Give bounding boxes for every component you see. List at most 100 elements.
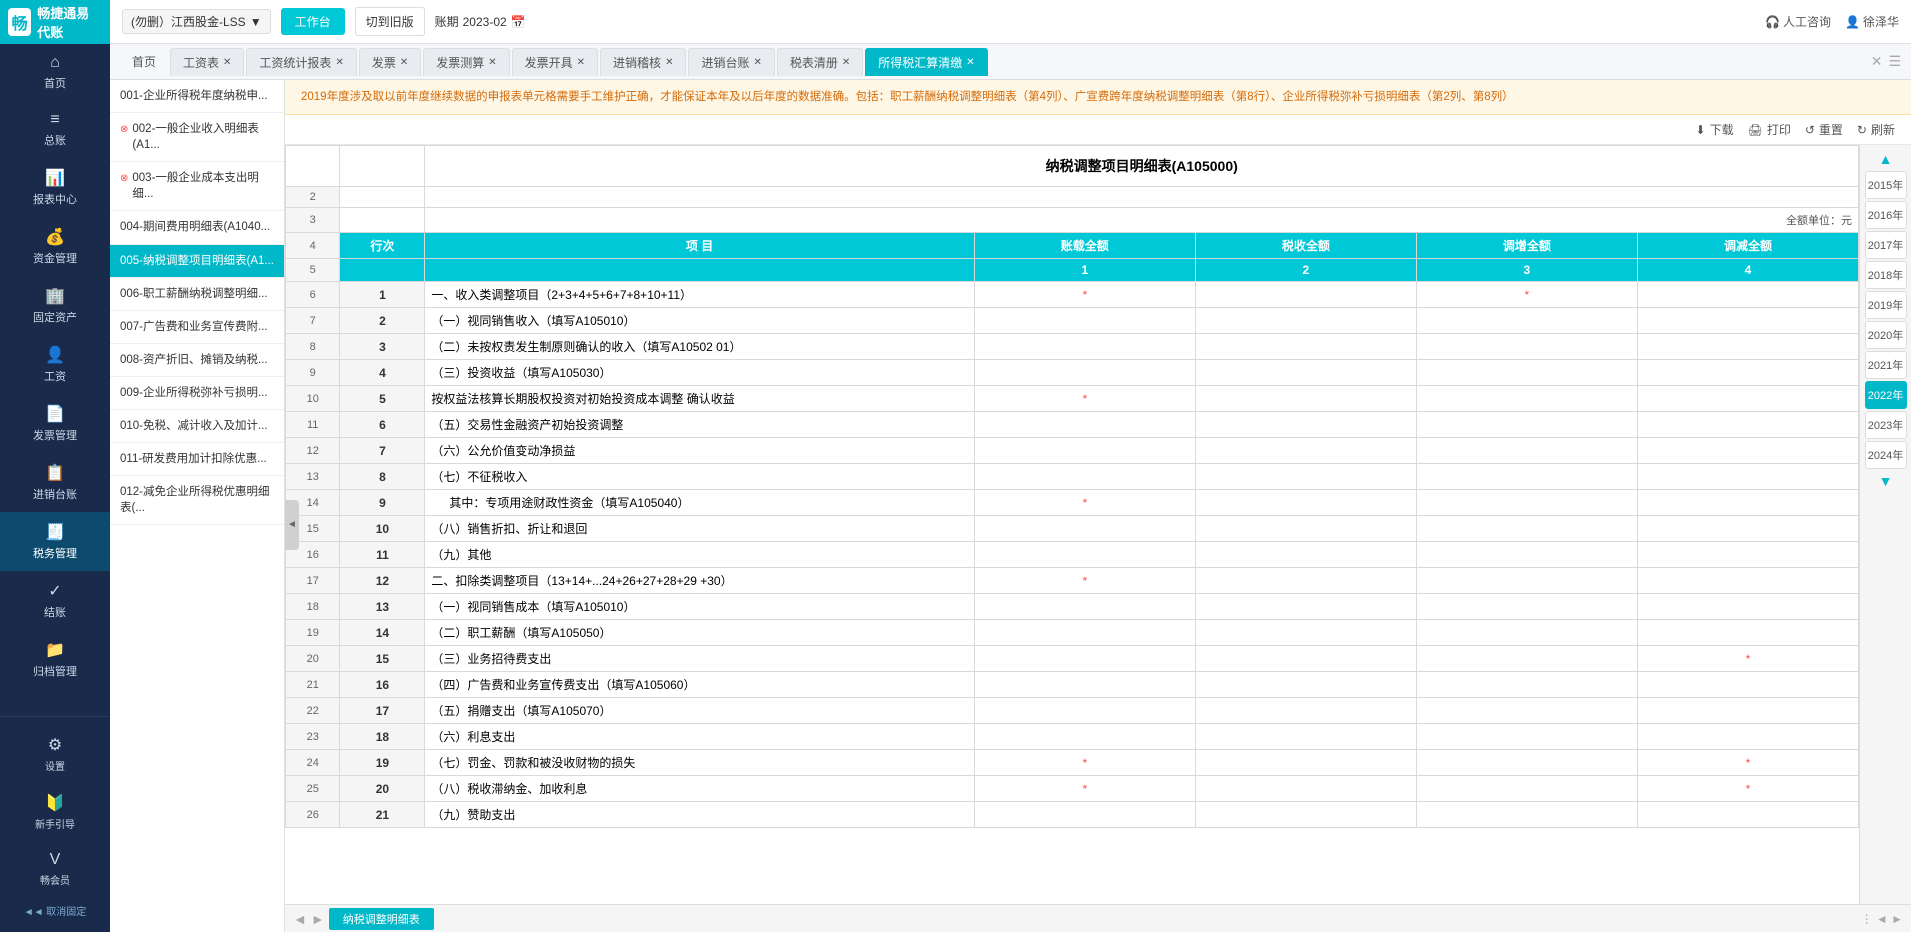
doc-item-011[interactable]: 011-研发费用加计扣除优惠...	[110, 443, 284, 476]
tab-menu-icon[interactable]: ☰	[1888, 53, 1901, 70]
sidebar-item-archive[interactable]: 📁 归档管理	[0, 630, 110, 689]
doc-item-003[interactable]: ⊗ 003-一般企业成本支出明细...	[110, 162, 284, 211]
table-row: 22 17 （五）捐赠支出（填写A105070）	[286, 698, 1859, 724]
sidebar-item-invoice-mgmt[interactable]: 📄 发票管理	[0, 394, 110, 453]
support-label: 人工咨询	[1783, 13, 1831, 30]
sheet-tab-nav-right[interactable]: ►	[311, 911, 325, 927]
reset-icon: ↺	[1805, 123, 1815, 137]
sheet-tab-nav-left[interactable]: ◄	[293, 911, 307, 927]
sidebar-label-ledger: 进销台账	[33, 486, 77, 502]
sidebar-item-general[interactable]: ≡ 总账	[0, 101, 110, 158]
sidebar-label-close: 结账	[44, 604, 66, 620]
table-title: 纳税调整项目明细表(A105000)	[425, 146, 1859, 187]
tab-invoice-open[interactable]: 发票开具 ✕	[512, 48, 598, 76]
sidebar-label-archive: 归档管理	[33, 663, 77, 679]
sidebar-item-report[interactable]: 📊 报表中心	[0, 158, 110, 217]
reset-button[interactable]: ↺ 重置	[1805, 121, 1843, 138]
tab-invoice-check[interactable]: 进销稽核 ✕	[600, 48, 686, 76]
doc-item-006[interactable]: 006-职工薪酬纳税调整明细...	[110, 278, 284, 311]
sidebar-item-fixed-asset[interactable]: 🏢 固定资产	[0, 276, 110, 335]
sheet-main[interactable]: 纳税调整项目明细表(A105000) 2 3 全额单位：元	[285, 145, 1859, 904]
tab-tax-clear-close[interactable]: ✕	[842, 57, 850, 68]
table-row: 25 20 （八）税收滞纳金、加收利息 * *	[286, 776, 1859, 802]
sheet-tab-main[interactable]: 纳税调整明细表	[329, 908, 434, 930]
user-menu[interactable]: 👤 徐泽华	[1845, 13, 1899, 30]
table-row: 26 21 （九）赞助支出	[286, 802, 1859, 828]
year-2020[interactable]: 2020年	[1865, 321, 1907, 349]
sidebar-item-guide[interactable]: 🔰 新手引导	[0, 783, 110, 841]
tab-salary[interactable]: 工资表 ✕	[170, 48, 244, 76]
fixed-asset-icon: 🏢	[45, 286, 65, 306]
support-btn[interactable]: 🎧 人工咨询	[1765, 13, 1831, 30]
col-hang-sub	[340, 259, 425, 282]
tab-invoice-close[interactable]: ✕	[400, 57, 408, 68]
sidebar-item-settings[interactable]: ⚙ 设置	[0, 725, 110, 783]
year-2016[interactable]: 2016年	[1865, 201, 1907, 229]
year-2024[interactable]: 2024年	[1865, 441, 1907, 469]
tab-invoice-ledger-label: 进销台账	[701, 54, 749, 71]
company-selector[interactable]: (勿删）江西股金-LSS ▼	[122, 9, 271, 34]
tab-invoice-calc-close[interactable]: ✕	[488, 57, 496, 68]
tab-invoice-open-close[interactable]: ✕	[577, 57, 585, 68]
sidebar-item-tax[interactable]: 🧾 税务管理	[0, 512, 110, 571]
tab-income-tax[interactable]: 所得税汇算清缴 ✕	[865, 48, 987, 76]
tab-salary-stat-close[interactable]: ✕	[335, 57, 343, 68]
tab-income-tax-close[interactable]: ✕	[966, 57, 974, 68]
refresh-button[interactable]: ↻ 刷新	[1857, 121, 1895, 138]
sidebar: 畅 畅捷通易代账 ⌂ 首页 ≡ 总账 📊 报表中心 💰 资金管理 🏢 固定资产 …	[0, 0, 110, 932]
doc-item-007[interactable]: 007-广告费和业务宣传费附...	[110, 311, 284, 344]
year-2017[interactable]: 2017年	[1865, 231, 1907, 259]
doc-toolbar: ⬇ 下载 🖨 打印 ↺ 重置 ↻ 刷新	[285, 115, 1911, 145]
table-row: 6 1 一、收入类调整项目（2+3+4+5+6+7+8+10+11） * *	[286, 282, 1859, 308]
tab-home-label: 首页	[132, 53, 156, 70]
year-2021[interactable]: 2021年	[1865, 351, 1907, 379]
tab-salary-stat[interactable]: 工资统计报表 ✕	[246, 48, 356, 76]
table-row: 7 2 （一）视同销售收入（填写A105010）	[286, 308, 1859, 334]
collapse-panel-btn[interactable]: ◄	[285, 500, 299, 550]
tab-invoice-ledger[interactable]: 进销台账 ✕	[688, 48, 774, 76]
error-dot-002: ⊗	[120, 123, 128, 137]
year-2018[interactable]: 2018年	[1865, 261, 1907, 289]
back-button[interactable]: 切到旧版	[355, 7, 425, 36]
year-nav-up[interactable]: ▲	[1870, 149, 1902, 169]
tab-tax-clear[interactable]: 税表清册 ✕	[777, 48, 863, 76]
doc-item-004[interactable]: 004-期间费用明细表(A1040...	[110, 211, 284, 244]
sidebar-item-ledger[interactable]: 📋 进销台账	[0, 453, 110, 512]
right-content: 2019年度涉及取以前年度继续数据的申报表单元格需要手工维护正确，才能保证本年及…	[285, 80, 1911, 932]
print-icon: 🖨	[1748, 123, 1763, 137]
print-button[interactable]: 🖨 打印	[1748, 121, 1791, 138]
col-item-header: 项 目	[425, 233, 974, 259]
unpin-btn[interactable]: ◄◄ 取消固定	[0, 897, 110, 924]
sidebar-item-vip[interactable]: V 畅会员	[0, 841, 110, 897]
tab-invoice[interactable]: 发票 ✕	[359, 48, 421, 76]
year-2023[interactable]: 2023年	[1865, 411, 1907, 439]
report-icon: 📊	[45, 168, 65, 188]
col4-sub: 4	[1637, 259, 1858, 282]
doc-item-009[interactable]: 009-企业所得税弥补亏损明...	[110, 377, 284, 410]
tab-invoice-check-close[interactable]: ✕	[665, 57, 673, 68]
sidebar-item-salary[interactable]: 👤 工资	[0, 335, 110, 394]
doc-item-010[interactable]: 010-免税、减计收入及加计...	[110, 410, 284, 443]
year-2015[interactable]: 2015年	[1865, 171, 1907, 199]
doc-001-label: 001-企业所得税年度纳税申...	[120, 88, 268, 104]
year-2019[interactable]: 2019年	[1865, 291, 1907, 319]
doc-item-012[interactable]: 012-减免企业所得税优惠明细表(...	[110, 476, 284, 525]
tab-home[interactable]: 首页	[120, 48, 168, 75]
sidebar-bottom: ⚙ 设置 🔰 新手引导 V 畅会员 ◄◄ 取消固定	[0, 716, 110, 932]
tab-invoice-calc[interactable]: 发票测算 ✕	[423, 48, 509, 76]
period-edit-icon[interactable]: 📅	[511, 15, 526, 29]
sidebar-item-home[interactable]: ⌂ 首页	[0, 44, 110, 101]
tab-invoice-ledger-close[interactable]: ✕	[753, 57, 761, 68]
download-button[interactable]: ⬇ 下载	[1696, 121, 1734, 138]
doc-item-002[interactable]: ⊗ 002-一般企业收入明细表(A1...	[110, 113, 284, 162]
year-nav-down[interactable]: ▼	[1870, 471, 1902, 491]
workbench-button[interactable]: 工作台	[281, 8, 345, 35]
sidebar-item-close[interactable]: ✓ 结账	[0, 571, 110, 630]
doc-item-001[interactable]: 001-企业所得税年度纳税申...	[110, 80, 284, 113]
tab-close-all-icon[interactable]: ✕	[1871, 53, 1883, 70]
doc-item-005[interactable]: 005-纳税调整项目明细表(A1...	[110, 245, 284, 278]
year-2022[interactable]: 2022年	[1865, 381, 1907, 409]
sidebar-item-asset[interactable]: 💰 资金管理	[0, 217, 110, 276]
doc-item-008[interactable]: 008-资产折旧、摊销及纳税...	[110, 344, 284, 377]
tab-salary-close[interactable]: ✕	[223, 57, 231, 68]
